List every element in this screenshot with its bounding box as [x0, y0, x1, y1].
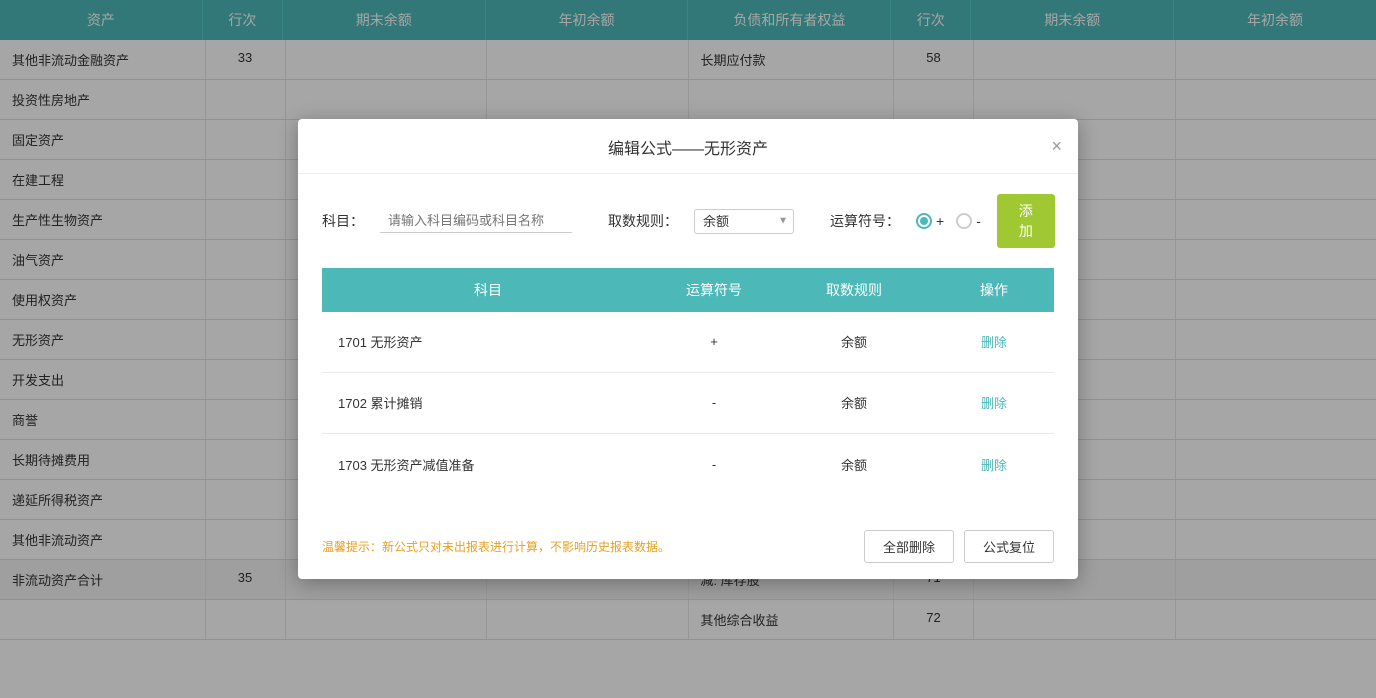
col-rule: 取数规则 [774, 268, 934, 312]
table-row: 1702 累计摊销 - 余额 删除 [322, 372, 1054, 433]
col-subject: 科目 [322, 268, 654, 312]
cell-subject-3: 1703 无形资产减值准备 [322, 434, 654, 494]
cell-action-1: 删除 [934, 312, 1054, 372]
delete-link-3[interactable]: 删除 [981, 458, 1007, 473]
cell-subject-2: 1702 累计摊销 [322, 372, 654, 433]
formula-table: 科目 运算符号 取数规则 操作 1701 无形资产 + 余额 删除 [322, 268, 1054, 494]
radio-plus[interactable]: + [916, 213, 944, 229]
modal-body: 科目： 取数规则： 余额 借方 贷方 借方发生额 贷方发生额 ▼ 运算符号： [298, 174, 1078, 514]
table-row: 1703 无形资产减值准备 - 余额 删除 [322, 434, 1054, 494]
cell-action-2: 删除 [934, 372, 1054, 433]
cell-operator-1: + [654, 312, 774, 372]
add-button[interactable]: 添加 [997, 194, 1055, 248]
cell-operator-2: - [654, 372, 774, 433]
radio-minus-label: - [976, 213, 981, 229]
footer-buttons: 全部删除 公式复位 [864, 530, 1054, 563]
modal-footer: 温馨提示：新公式只对未出报表进行计算，不影响历史报表数据。 全部删除 公式复位 [298, 514, 1078, 579]
modal-overlay: 编辑公式——无形资产 × 科目： 取数规则： 余额 借方 贷方 借方发生额 贷方… [0, 0, 1376, 698]
cell-action-3: 删除 [934, 434, 1054, 494]
delete-link-2[interactable]: 删除 [981, 396, 1007, 411]
subject-input[interactable] [380, 209, 572, 233]
rule-select[interactable]: 余额 借方 贷方 借方发生额 贷方发生额 [694, 209, 794, 234]
table-header-row: 科目 运算符号 取数规则 操作 [322, 268, 1054, 312]
radio-plus-label: + [936, 213, 944, 229]
rule-select-wrapper: 余额 借方 贷方 借方发生额 贷方发生额 ▼ [694, 209, 794, 234]
col-action: 操作 [934, 268, 1054, 312]
footer-tip: 温馨提示：新公式只对未出报表进行计算，不影响历史报表数据。 [322, 538, 670, 555]
radio-minus-circle [956, 213, 972, 229]
col-operator: 运算符号 [654, 268, 774, 312]
rule-label: 取数规则： [608, 211, 678, 231]
form-row: 科目： 取数规则： 余额 借方 贷方 借方发生额 贷方发生额 ▼ 运算符号： [322, 194, 1054, 248]
delete-all-button[interactable]: 全部删除 [864, 530, 954, 563]
reset-formula-button[interactable]: 公式复位 [964, 530, 1054, 563]
delete-link-1[interactable]: 删除 [981, 335, 1007, 350]
cell-rule-1: 余额 [774, 312, 934, 372]
modal-header: 编辑公式——无形资产 × [298, 119, 1078, 174]
cell-rule-3: 余额 [774, 434, 934, 494]
operator-label: 运算符号： [830, 211, 900, 231]
radio-minus[interactable]: - [956, 213, 981, 229]
table-row: 1701 无形资产 + 余额 删除 [322, 312, 1054, 372]
modal-dialog: 编辑公式——无形资产 × 科目： 取数规则： 余额 借方 贷方 借方发生额 贷方… [298, 119, 1078, 579]
modal-close-button[interactable]: × [1051, 137, 1062, 155]
cell-rule-2: 余额 [774, 372, 934, 433]
radio-plus-circle [916, 213, 932, 229]
cell-operator-3: - [654, 434, 774, 494]
operator-radio-group: + - [916, 213, 981, 229]
modal-title: 编辑公式——无形资产 [608, 141, 768, 158]
subject-label: 科目： [322, 211, 364, 231]
cell-subject-1: 1701 无形资产 [322, 312, 654, 372]
